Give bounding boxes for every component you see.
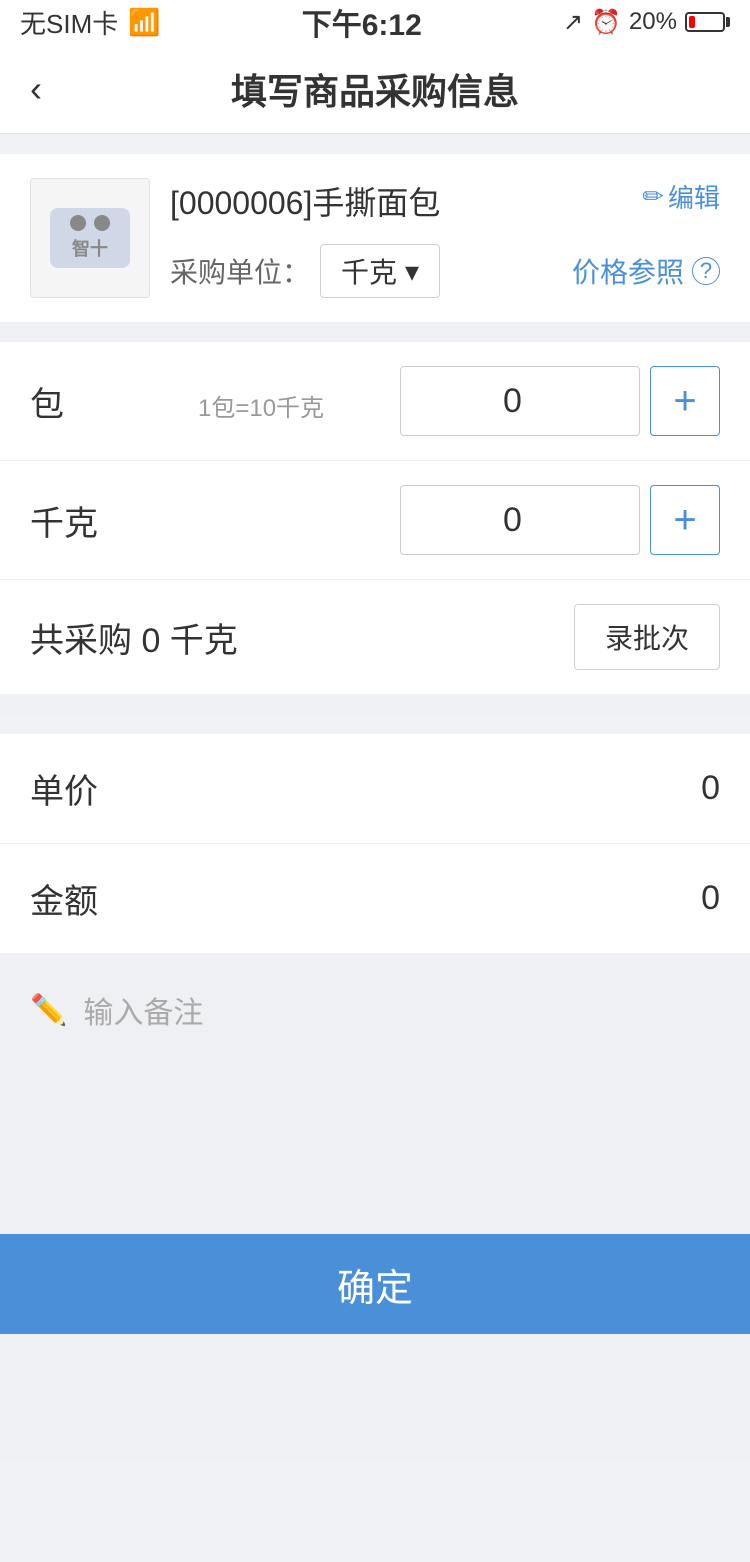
product-card: 智十 [0000006]手撕面包 ✏ 编辑 采购单位： 千克 ▾ bbox=[0, 154, 750, 322]
package-section: 包 1包=10千克 + 千克 + bbox=[0, 342, 750, 580]
package-label: 包 bbox=[30, 377, 190, 426]
page-title: 填写商品采购信息 bbox=[231, 63, 519, 115]
package-plus-button[interactable]: + bbox=[650, 366, 720, 436]
back-button[interactable]: ‹ bbox=[30, 68, 42, 110]
battery-icon bbox=[685, 12, 730, 32]
product-image: 智十 bbox=[30, 178, 150, 298]
package-sublabel: 1包=10千克 bbox=[198, 388, 324, 423]
kg-row: 千克 + bbox=[0, 461, 750, 580]
price-section: 单价 0 金额 0 bbox=[0, 734, 750, 954]
kg-plus-button[interactable]: + bbox=[650, 485, 720, 555]
pencil-icon: ✏️ bbox=[30, 993, 67, 1028]
status-right: ↗ ⏰ 20% bbox=[563, 8, 730, 37]
product-info: [0000006]手撕面包 ✏ 编辑 采购单位： 千克 ▾ 价格参照 ? bbox=[170, 178, 720, 298]
unit-price-value: 0 bbox=[701, 769, 720, 808]
help-icon: ? bbox=[692, 257, 720, 285]
amount-row: 金额 0 bbox=[0, 844, 750, 954]
unit-price-label: 单价 bbox=[30, 764, 98, 813]
remark-placeholder: 输入备注 bbox=[83, 988, 203, 1032]
kg-label: 千克 bbox=[30, 496, 190, 545]
remark-row[interactable]: ✏️ 输入备注 bbox=[0, 958, 750, 1062]
edit-button[interactable]: ✏ 编辑 bbox=[642, 178, 720, 215]
nav-bar: ‹ 填写商品采购信息 bbox=[0, 44, 750, 134]
product-name: [0000006]手撕面包 bbox=[170, 178, 440, 224]
price-ref-button[interactable]: 价格参照 ? bbox=[572, 251, 720, 291]
chevron-down-icon: ▾ bbox=[405, 255, 419, 288]
wifi-icon: 📶 bbox=[128, 7, 160, 38]
total-label: 共采购 0 千克 bbox=[30, 613, 238, 662]
package-row: 包 1包=10千克 + bbox=[0, 342, 750, 461]
package-input[interactable] bbox=[400, 366, 640, 436]
amount-value: 0 bbox=[701, 879, 720, 918]
total-row: 共采购 0 千克 录批次 bbox=[0, 580, 750, 694]
status-time: 下午6:12 bbox=[302, 0, 422, 44]
status-left: 无SIM卡 📶 bbox=[20, 4, 161, 41]
section-separator bbox=[0, 322, 750, 342]
batch-button[interactable]: 录批次 bbox=[574, 604, 720, 670]
unit-price-row: 单价 0 bbox=[0, 734, 750, 844]
location-icon: ↗ bbox=[563, 8, 583, 37]
unit-label: 采购单位： bbox=[170, 251, 310, 291]
alarm-icon: ⏰ bbox=[591, 8, 621, 37]
section-separator-2 bbox=[0, 694, 750, 714]
status-bar: 无SIM卡 📶 下午6:12 ↗ ⏰ 20% bbox=[0, 0, 750, 44]
unit-select[interactable]: 千克 ▾ bbox=[320, 244, 440, 298]
amount-label: 金额 bbox=[30, 874, 98, 923]
kg-input[interactable] bbox=[400, 485, 640, 555]
battery-percent: 20% bbox=[629, 8, 677, 36]
confirm-button[interactable]: 确定 bbox=[0, 1234, 750, 1334]
carrier-label: 无SIM卡 bbox=[20, 4, 118, 41]
